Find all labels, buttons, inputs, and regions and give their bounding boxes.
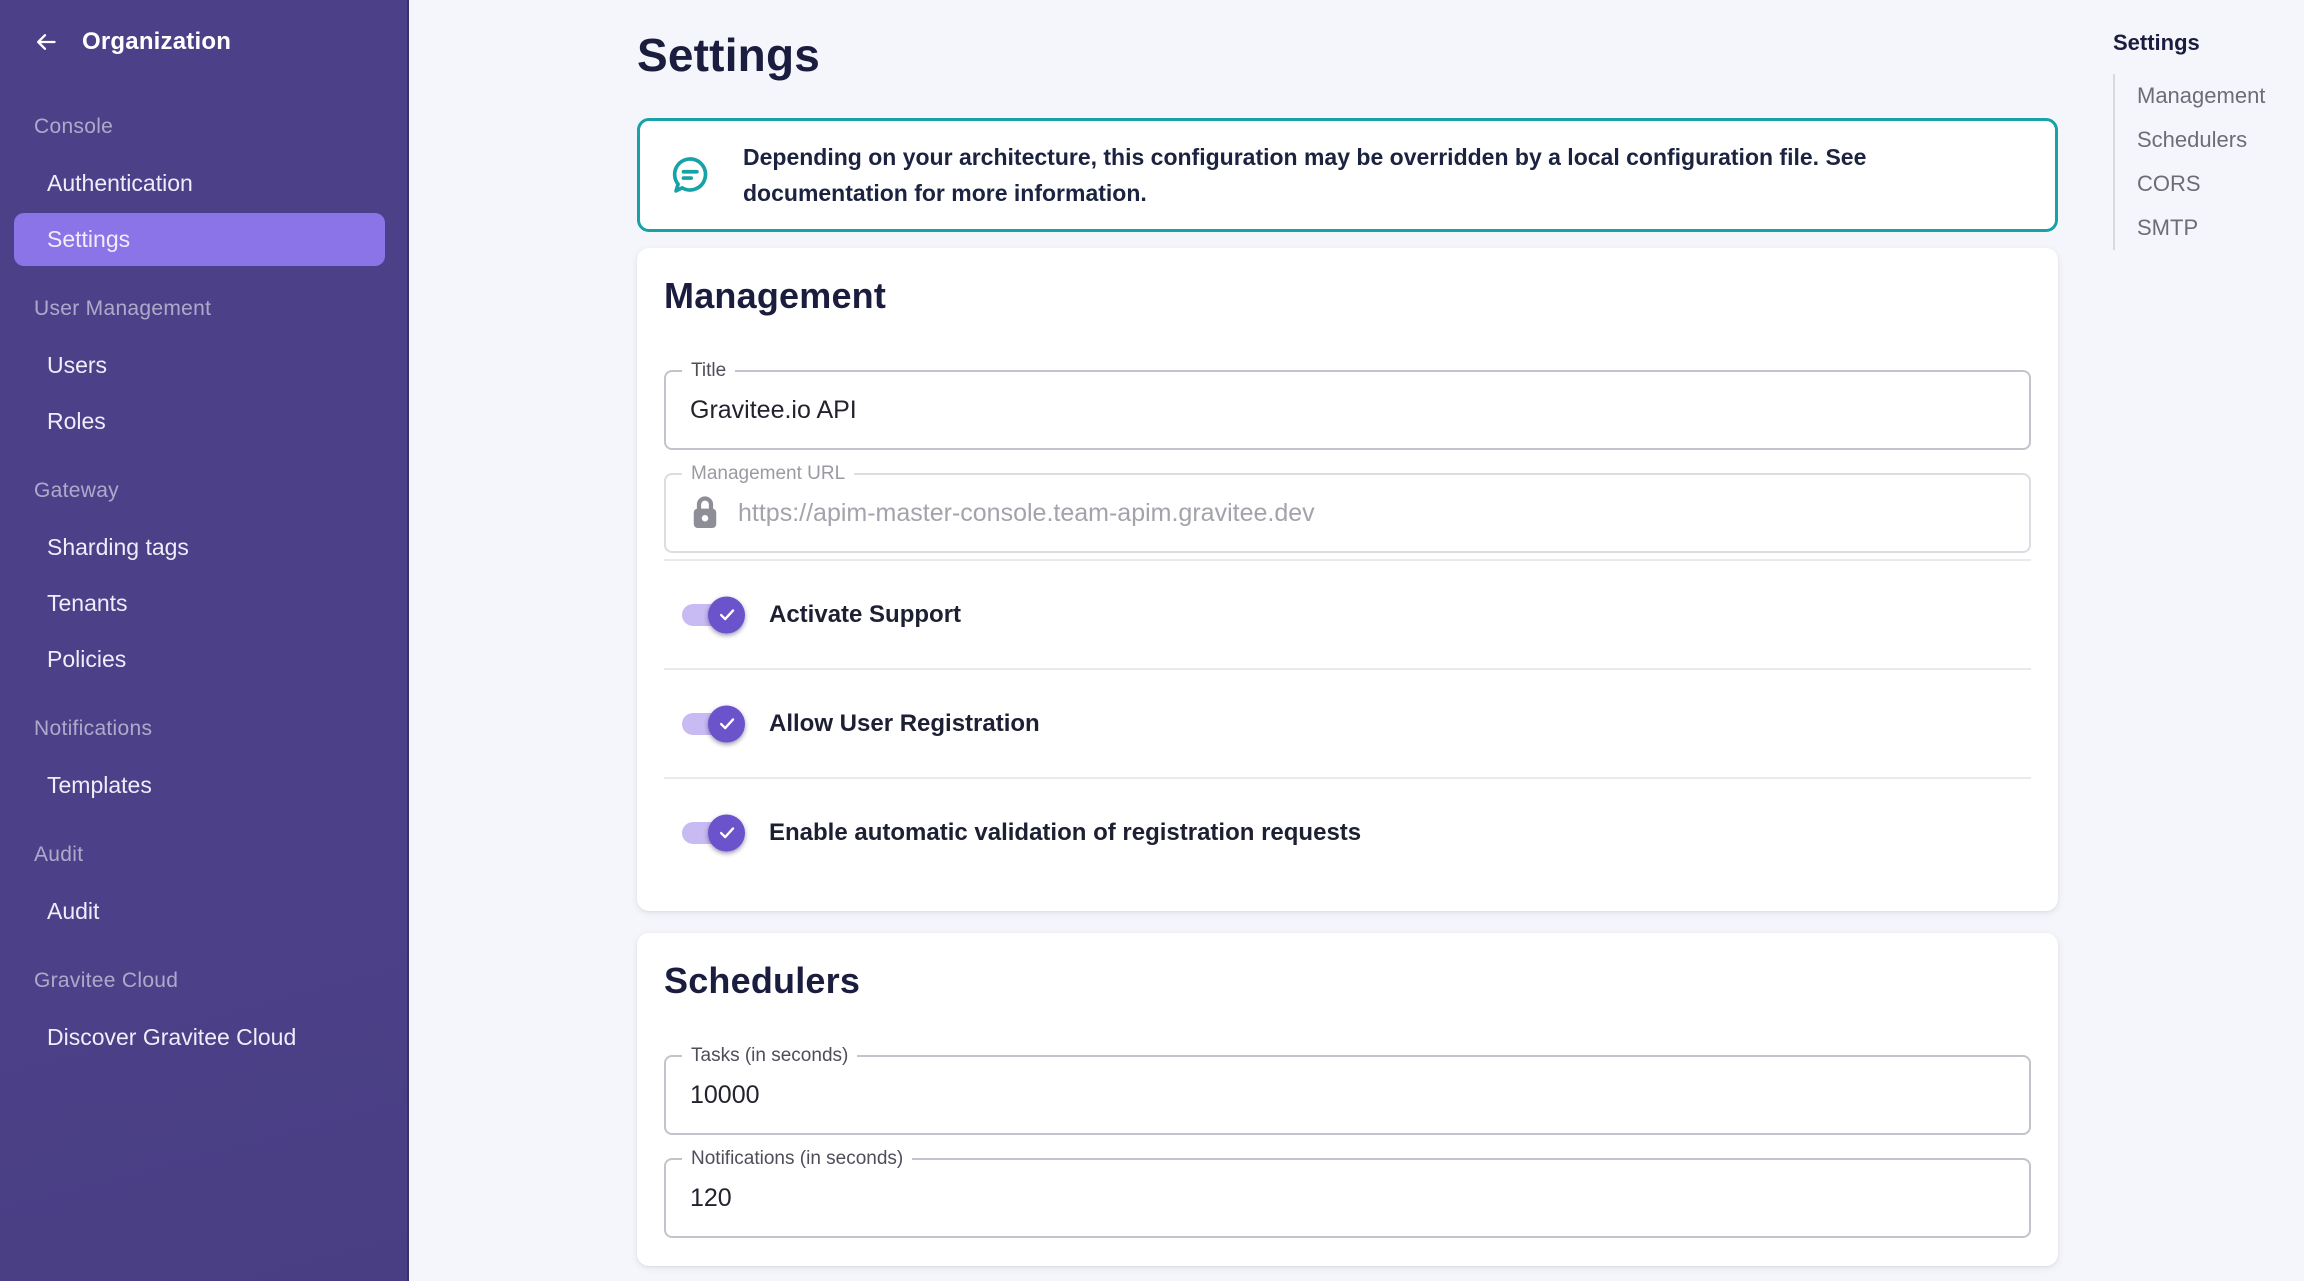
sidebar-item-label: Users — [47, 352, 107, 379]
toc-title: Settings — [2113, 30, 2303, 56]
lock-icon — [690, 494, 720, 532]
toggle-label: Enable automatic validation of registrat… — [769, 819, 1361, 847]
notifications-field: Notifications (in seconds) — [664, 1158, 2031, 1238]
toc-link-management[interactable]: Management — [2137, 74, 2303, 118]
sidebar-section-console: Console Authentication Settings — [0, 115, 407, 266]
section-label: Gateway — [0, 479, 407, 503]
sidebar-item-label: Policies — [47, 646, 126, 673]
title-field: Title — [664, 370, 2031, 450]
allow-user-registration-toggle[interactable] — [682, 713, 743, 735]
sidebar-item-label: Discover Gravitee Cloud — [47, 1024, 296, 1051]
sidebar-item-label: Audit — [47, 898, 99, 925]
sidebar-section-gateway: Gateway Sharding tags Tenants Policies — [0, 479, 407, 686]
notifications-field-label: Notifications (in seconds) — [682, 1147, 912, 1171]
auto-validation-toggle[interactable] — [682, 822, 743, 844]
sidebar-section-audit: Audit Audit — [0, 843, 407, 938]
toggle-label: Allow User Registration — [769, 710, 1040, 738]
check-icon — [716, 713, 738, 735]
banner-text: Depending on your architecture, this con… — [743, 139, 2015, 211]
tasks-input[interactable] — [666, 1057, 2029, 1133]
info-banner: Depending on your architecture, this con… — [637, 118, 2058, 232]
sidebar-item-audit[interactable]: Audit — [14, 885, 385, 938]
toggle-label: Activate Support — [769, 601, 961, 629]
check-icon — [716, 604, 738, 626]
sidebar-item-templates[interactable]: Templates — [14, 759, 385, 812]
management-card: Management Title Management URL — [637, 248, 2058, 911]
title-input[interactable] — [666, 372, 2029, 448]
page-title: Settings — [637, 28, 2058, 82]
sidebar-section-notifications: Notifications Templates — [0, 717, 407, 812]
back-to-organization-button[interactable]: Organization — [0, 0, 407, 56]
sidebar-item-roles[interactable]: Roles — [14, 395, 385, 448]
toggle-thumb — [708, 596, 745, 633]
schedulers-card-title: Schedulers — [664, 959, 2031, 1003]
toggle-thumb — [708, 814, 745, 851]
tasks-field-label: Tasks (in seconds) — [682, 1044, 857, 1068]
sidebar-item-label: Authentication — [47, 170, 193, 197]
sidebar-item-tenants[interactable]: Tenants — [14, 577, 385, 630]
activate-support-row: Activate Support — [664, 561, 2031, 668]
toggle-thumb — [708, 705, 745, 742]
sidebar-item-discover-gravitee-cloud[interactable]: Discover Gravitee Cloud — [14, 1011, 385, 1064]
management-url-input — [738, 475, 2029, 551]
management-card-title: Management — [664, 274, 2031, 318]
section-label: Console — [0, 115, 407, 139]
main-content: Settings Depending on your architecture,… — [637, 0, 2058, 1266]
schedulers-card: Schedulers Tasks (in seconds) Notificati… — [637, 933, 2058, 1266]
management-url-field-label: Management URL — [682, 462, 854, 486]
sidebar-item-sharding-tags[interactable]: Sharding tags — [14, 521, 385, 574]
sidebar-item-settings[interactable]: Settings — [14, 213, 385, 266]
allow-user-registration-row: Allow User Registration — [664, 670, 2031, 777]
sidebar-item-label: Sharding tags — [47, 534, 189, 561]
toc-link-schedulers[interactable]: Schedulers — [2137, 118, 2303, 162]
section-label: Notifications — [0, 717, 407, 741]
auto-validation-row: Enable automatic validation of registrat… — [664, 779, 2031, 886]
notifications-input[interactable] — [666, 1160, 2029, 1236]
sidebar-section-user-management: User Management Users Roles — [0, 297, 407, 448]
sidebar-item-label: Tenants — [47, 590, 128, 617]
sidebar-section-gravitee-cloud: Gravitee Cloud Discover Gravitee Cloud — [0, 969, 407, 1064]
toc-link-cors[interactable]: CORS — [2137, 162, 2303, 206]
management-url-field: Management URL — [664, 473, 2031, 553]
back-arrow-icon — [32, 30, 60, 54]
sidebar-item-label: Roles — [47, 408, 106, 435]
activate-support-toggle[interactable] — [682, 604, 743, 626]
tasks-field: Tasks (in seconds) — [664, 1055, 2031, 1135]
check-icon — [716, 822, 738, 844]
sidebar-item-users[interactable]: Users — [14, 339, 385, 392]
organization-label: Organization — [82, 28, 231, 56]
section-label: Gravitee Cloud — [0, 969, 407, 993]
app-root: Organization Console Authentication Sett… — [0, 0, 2304, 1281]
sidebar-item-authentication[interactable]: Authentication — [14, 157, 385, 210]
section-label: Audit — [0, 843, 407, 867]
toc-link-smtp[interactable]: SMTP — [2137, 206, 2303, 250]
page-toc: Settings Management Schedulers CORS SMTP — [2113, 0, 2303, 250]
chat-bubble-icon — [667, 152, 713, 198]
sidebar-item-label: Templates — [47, 772, 152, 799]
section-label: User Management — [0, 297, 407, 321]
sidebar: Organization Console Authentication Sett… — [0, 0, 409, 1281]
toc-list: Management Schedulers CORS SMTP — [2113, 74, 2303, 250]
title-field-label: Title — [682, 359, 735, 383]
sidebar-item-label: Settings — [47, 226, 130, 253]
sidebar-item-policies[interactable]: Policies — [14, 633, 385, 686]
